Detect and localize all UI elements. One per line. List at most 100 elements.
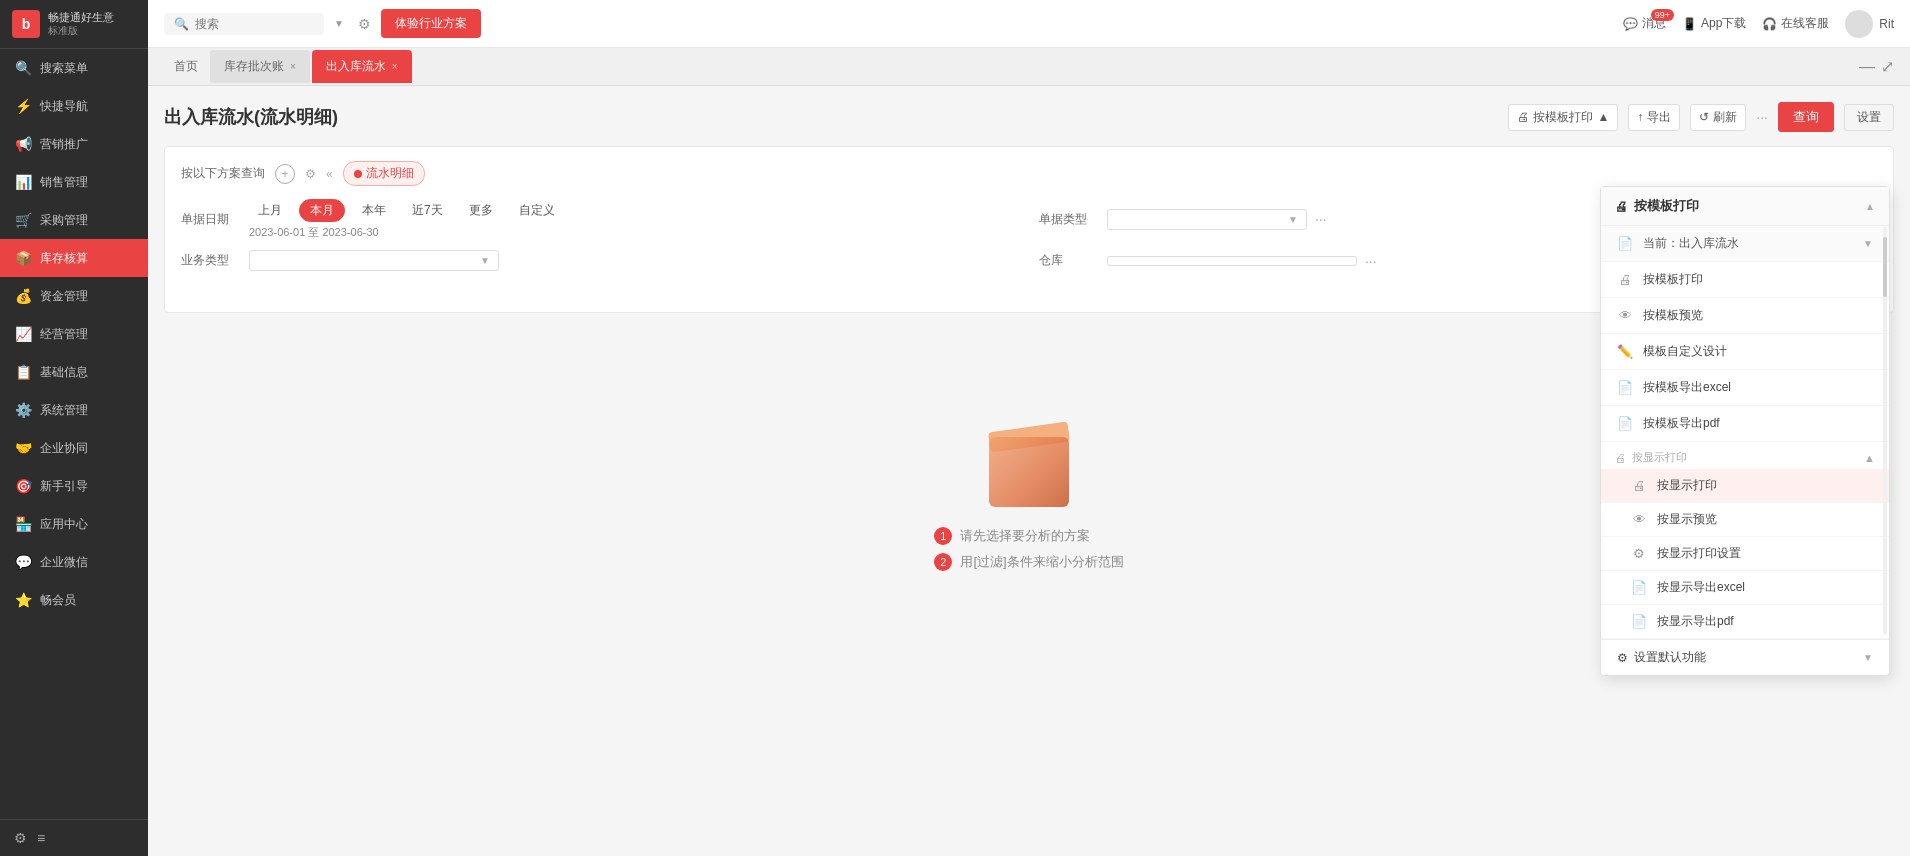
- maximize-window-button[interactable]: ⤢: [1881, 57, 1894, 76]
- sidebar-item-system[interactable]: ⚙️ 系统管理: [0, 391, 148, 429]
- panel-item-display-export-pdf[interactable]: 📄 按显示导出pdf: [1601, 605, 1889, 639]
- tab-home[interactable]: 首页: [164, 50, 208, 83]
- print-panel: 🖨 按模板打印 ▲ 📄 当前：出入库流水 ▼ 🖨 按模板打印 👁 按模板预览 ✏…: [1600, 186, 1890, 676]
- notifications-count: 99+: [1651, 9, 1674, 21]
- search-dropdown-icon[interactable]: ▼: [334, 18, 344, 29]
- settings-button[interactable]: 设置: [1844, 104, 1894, 131]
- topbar-search-box[interactable]: 🔍: [164, 13, 324, 35]
- tab-stock-flow-close[interactable]: ×: [392, 61, 398, 72]
- panel-item-template-customize[interactable]: ✏️ 模板自定义设计: [1601, 334, 1889, 370]
- display-preview-icon: 👁: [1631, 512, 1647, 528]
- template-export-excel-label: 按模板导出excel: [1643, 379, 1731, 396]
- print-template-button[interactable]: 🖨 按模板打印 ▲: [1508, 104, 1618, 131]
- filter-type-label: 业务类型: [181, 252, 241, 269]
- date-btn-custom[interactable]: 自定义: [510, 198, 564, 223]
- sidebar-item-guide[interactable]: 🎯 新手引导: [0, 467, 148, 505]
- date-btn-this-month[interactable]: 本月: [299, 199, 345, 222]
- panel-item-template-export-pdf[interactable]: 📄 按模板导出pdf: [1601, 406, 1889, 442]
- panel-collapse-icon[interactable]: ▲: [1865, 201, 1875, 212]
- template-pdf-icon: 📄: [1617, 416, 1633, 432]
- voucher-more-button[interactable]: ···: [1315, 211, 1327, 227]
- filter-warehouse-label: 仓库: [1039, 252, 1099, 269]
- mobile-icon: 📱: [1682, 17, 1697, 31]
- industry-solution-button[interactable]: 体验行业方案: [381, 9, 481, 38]
- display-settings-icon: ⚙: [1631, 546, 1647, 562]
- filter-collapse-icon[interactable]: «: [326, 167, 333, 181]
- sidebar-item-basic[interactable]: 📋 基础信息: [0, 353, 148, 391]
- sidebar-item-quick-nav[interactable]: ⚡ 快捷导航: [0, 87, 148, 125]
- sidebar-item-member[interactable]: ⭐ 畅会员: [0, 581, 148, 619]
- member-icon: ⭐: [14, 591, 32, 609]
- online-service-button[interactable]: 🎧 在线客服: [1762, 15, 1829, 32]
- filter-voucher-select[interactable]: ▼: [1107, 209, 1307, 230]
- more-options-button[interactable]: ···: [1756, 109, 1768, 125]
- filter-warehouse-select[interactable]: [1107, 256, 1357, 266]
- app-download-button[interactable]: 📱 App下载: [1682, 15, 1746, 32]
- date-btn-this-year[interactable]: 本年: [353, 198, 395, 223]
- headset-icon: 🎧: [1762, 17, 1777, 31]
- settings-bottom-icon[interactable]: ⚙: [14, 830, 27, 846]
- sidebar-logo: b 畅捷通好生意 标准版: [0, 0, 148, 49]
- sidebar-item-inventory[interactable]: 📦 库存核算: [0, 239, 148, 277]
- print-template-label: 按模板打印: [1533, 109, 1593, 126]
- sidebar-item-purchase[interactable]: 🛒 采购管理: [0, 201, 148, 239]
- filter-tag-item: 流水明细: [343, 161, 425, 186]
- sidebar-item-search[interactable]: 🔍 搜索菜单: [0, 49, 148, 87]
- sidebar-bottom: ⚙ ≡: [0, 819, 148, 856]
- empty-steps: 1 请先选择要分析的方案 2 用[过滤]条件来缩小分析范围: [934, 527, 1123, 579]
- system-icon: ⚙️: [14, 401, 32, 419]
- panel-title: 🖨 按模板打印: [1615, 197, 1699, 215]
- export-button[interactable]: ↑ 导出: [1628, 104, 1680, 131]
- notifications-button[interactable]: 💬 消息 99+: [1623, 15, 1666, 32]
- warehouse-more-button[interactable]: ···: [1365, 253, 1377, 269]
- sidebar-item-label: 系统管理: [40, 402, 88, 419]
- finance-icon: 💰: [14, 287, 32, 305]
- search-input-icon: 🔍: [174, 17, 189, 31]
- date-btn-last-month[interactable]: 上月: [249, 198, 291, 223]
- quick-nav-icon: ⚡: [14, 97, 32, 115]
- main-area: 🔍 ▼ ⚙ 体验行业方案 💬 消息 99+ 📱 App下载 🎧 在线客服 Rit: [148, 0, 1910, 856]
- display-export-pdf-label: 按显示导出pdf: [1657, 613, 1734, 630]
- tab-bar: 首页 库存批次账 × 出入库流水 × — ⤢: [148, 48, 1910, 86]
- sidebar-item-wechat[interactable]: 💬 企业微信: [0, 543, 148, 581]
- filter-add-button[interactable]: +: [275, 164, 295, 184]
- tab-inventory-batch-close[interactable]: ×: [290, 61, 296, 72]
- sidebar-item-marketing[interactable]: 📢 营销推广: [0, 125, 148, 163]
- sidebar-item-operation[interactable]: 📈 经营管理: [0, 315, 148, 353]
- panel-item-display-print-settings[interactable]: ⚙ 按显示打印设置: [1601, 537, 1889, 571]
- panel-item-template-print[interactable]: 🖨 按模板打印: [1601, 262, 1889, 298]
- sidebar-item-coop[interactable]: 🤝 企业协同: [0, 429, 148, 467]
- date-btn-7days[interactable]: 近7天: [403, 198, 452, 223]
- display-section-caret[interactable]: ▲: [1864, 452, 1875, 464]
- page-actions: 🖨 按模板打印 ▲ ↑ 导出 ↺ 刷新 ··· 查询 设置: [1508, 102, 1894, 132]
- date-range-display: 2023-06-01 至 2023-06-30: [249, 225, 564, 240]
- panel-item-display-preview[interactable]: 👁 按显示预览: [1601, 503, 1889, 537]
- query-button[interactable]: 查询: [1778, 102, 1834, 132]
- filter-settings-icon[interactable]: ⚙: [305, 167, 316, 181]
- topbar-gear-icon[interactable]: ⚙: [358, 16, 371, 32]
- type-caret-icon: ▼: [480, 255, 490, 266]
- panel-current-item[interactable]: 📄 当前：出入库流水 ▼: [1601, 226, 1889, 262]
- tab-stock-flow[interactable]: 出入库流水 ×: [312, 50, 412, 83]
- panel-item-template-export-excel[interactable]: 📄 按模板导出excel: [1601, 370, 1889, 406]
- collapse-sidebar-icon[interactable]: ≡: [37, 830, 45, 846]
- panel-item-template-preview[interactable]: 👁 按模板预览: [1601, 298, 1889, 334]
- panel-footer-settings[interactable]: ⚙ 设置默认功能 ▼: [1601, 639, 1889, 675]
- panel-item-display-print[interactable]: 🖨 按显示打印: [1601, 469, 1889, 503]
- current-template-icon: 📄: [1617, 236, 1633, 252]
- template-excel-icon: 📄: [1617, 380, 1633, 396]
- sidebar-item-appstore[interactable]: 🏪 应用中心: [0, 505, 148, 543]
- refresh-button[interactable]: ↺ 刷新: [1690, 104, 1746, 131]
- filter-type-select[interactable]: ▼: [249, 250, 499, 271]
- minimize-window-button[interactable]: —: [1859, 57, 1875, 76]
- logo-icon: b: [12, 10, 40, 38]
- panel-item-display-export-excel[interactable]: 📄 按显示导出excel: [1601, 571, 1889, 605]
- sidebar-item-finance[interactable]: 💰 资金管理: [0, 277, 148, 315]
- user-menu[interactable]: Rit: [1845, 10, 1894, 38]
- search-input[interactable]: [195, 17, 295, 31]
- filter-header: 按以下方案查询 + ⚙ « 流水明细: [181, 161, 1877, 186]
- sidebar-item-sales[interactable]: 📊 销售管理: [0, 163, 148, 201]
- tab-inventory-batch[interactable]: 库存批次账 ×: [210, 50, 310, 83]
- date-btn-more[interactable]: 更多: [460, 198, 502, 223]
- panel-scrollbar[interactable]: [1883, 227, 1887, 635]
